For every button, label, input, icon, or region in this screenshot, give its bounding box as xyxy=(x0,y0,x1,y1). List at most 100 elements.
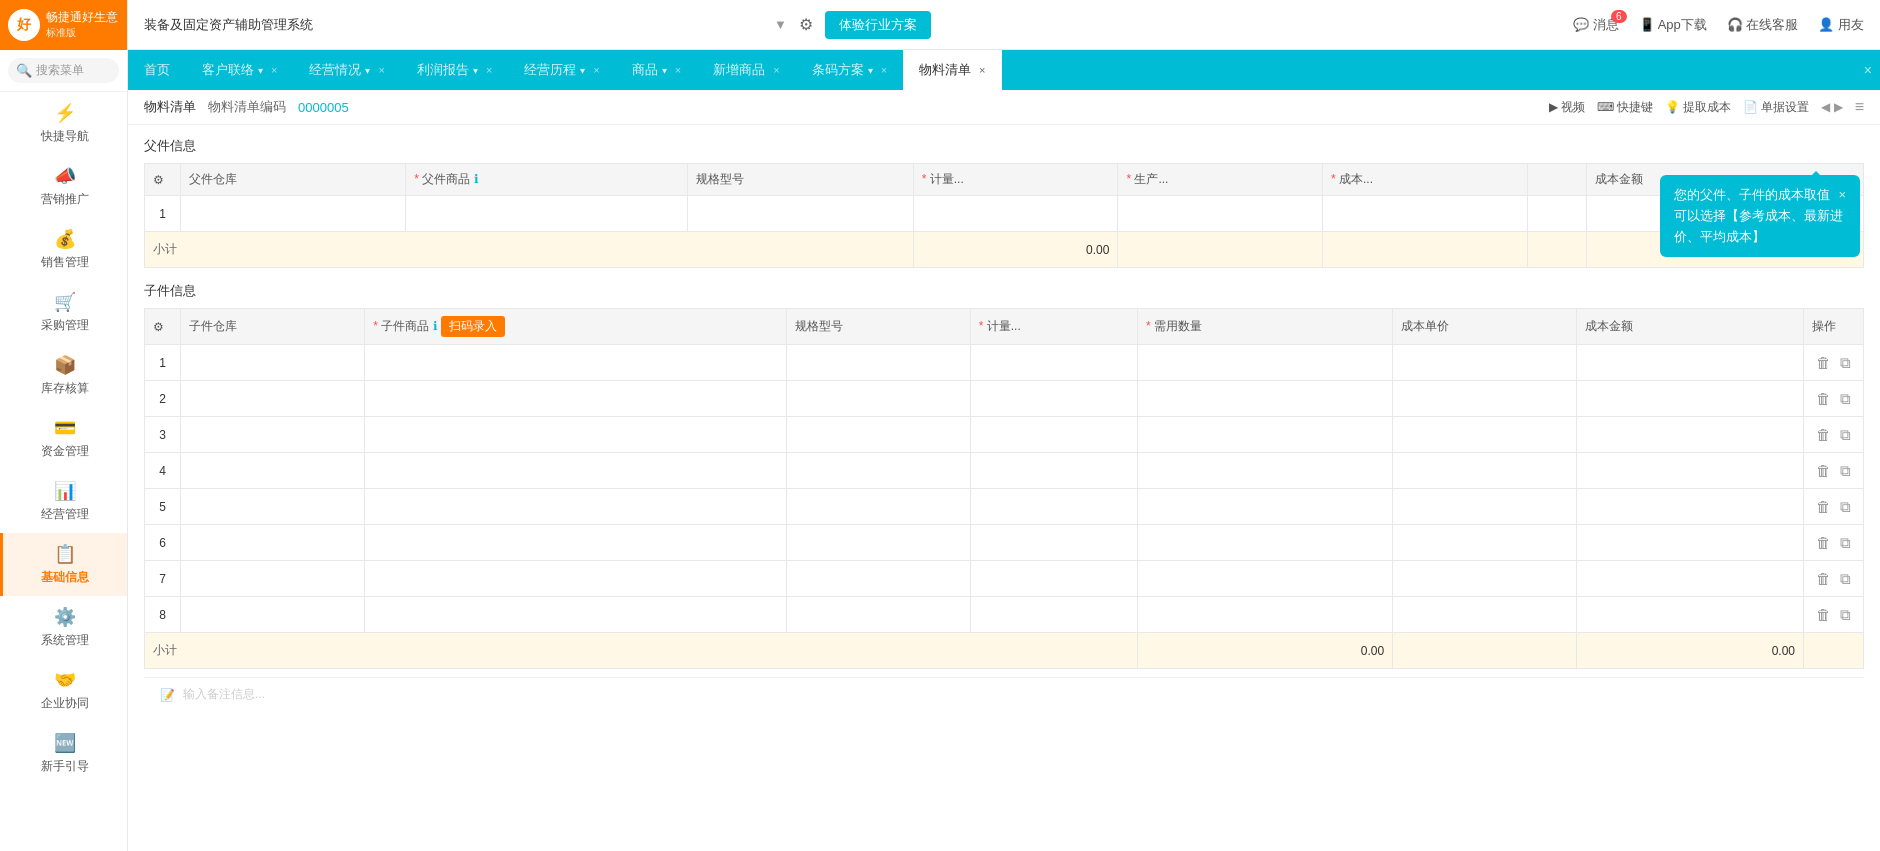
tab-product[interactable]: 商品 ▾ × xyxy=(616,50,697,90)
child-product-cell[interactable] xyxy=(365,489,786,525)
user-menu[interactable]: 👤 用友 xyxy=(1818,16,1864,34)
dropdown-arrow-icon[interactable]: ▼ xyxy=(774,17,787,32)
sidebar-item-inventory[interactable]: 📦 库存核算 xyxy=(0,344,127,407)
child-unit-cell[interactable] xyxy=(970,453,1137,489)
tab-close-icon[interactable]: × xyxy=(881,64,887,76)
child-product-cell[interactable] xyxy=(365,561,786,597)
tab-operation[interactable]: 经营情况 ▾ × xyxy=(293,50,400,90)
tab-close-icon[interactable]: × xyxy=(979,64,985,76)
copy-icon[interactable]: ⧉ xyxy=(1840,498,1851,515)
settings-action[interactable]: 📄 单据设置 xyxy=(1743,99,1809,116)
sidebar-item-collab[interactable]: 🤝 企业协同 xyxy=(0,659,127,722)
child-qty-cell[interactable] xyxy=(1138,345,1393,381)
tab-customer[interactable]: 客户联络 ▾ × xyxy=(186,50,293,90)
child-product-cell[interactable] xyxy=(365,345,786,381)
child-qty-cell[interactable] xyxy=(1138,381,1393,417)
nav-prev-icon[interactable]: ◀ xyxy=(1821,100,1830,114)
child-unit-cost-cell[interactable] xyxy=(1393,381,1577,417)
child-spec-cell[interactable] xyxy=(786,597,970,633)
note-placeholder[interactable]: 输入备注信息... xyxy=(183,686,265,703)
child-unit-cell[interactable] xyxy=(970,381,1137,417)
child-warehouse-cell[interactable] xyxy=(181,489,365,525)
delete-icon[interactable]: 🗑 xyxy=(1816,534,1831,551)
sidebar-item-operation[interactable]: 📊 经营管理 xyxy=(0,470,127,533)
child-unit-cost-cell[interactable] xyxy=(1393,597,1577,633)
scan-input-btn[interactable]: 扫码录入 xyxy=(441,316,505,337)
copy-icon[interactable]: ⧉ xyxy=(1840,462,1851,479)
child-warehouse-cell[interactable] xyxy=(181,597,365,633)
child-product-cell[interactable] xyxy=(365,597,786,633)
child-unit-cost-cell[interactable] xyxy=(1393,417,1577,453)
parent-cost-cell[interactable] xyxy=(1323,196,1528,232)
child-qty-cell[interactable] xyxy=(1138,417,1393,453)
shortcut-action[interactable]: ⌨ 快捷键 xyxy=(1597,99,1653,116)
child-unit-cell[interactable] xyxy=(970,525,1137,561)
experience-btn[interactable]: 体验行业方案 xyxy=(825,11,931,39)
child-spec-cell[interactable] xyxy=(786,525,970,561)
child-unit-cost-cell[interactable] xyxy=(1393,453,1577,489)
copy-icon[interactable]: ⧉ xyxy=(1840,570,1851,587)
tab-new-product[interactable]: 新增商品 × xyxy=(697,50,795,90)
child-qty-cell[interactable] xyxy=(1138,561,1393,597)
child-product-cell[interactable] xyxy=(365,417,786,453)
copy-icon[interactable]: ⧉ xyxy=(1840,354,1851,371)
parent-unit-cell[interactable] xyxy=(913,196,1118,232)
child-unit-cell[interactable] xyxy=(970,345,1137,381)
message-btn[interactable]: 💬 6 消息 xyxy=(1573,16,1619,34)
child-qty-cell[interactable] xyxy=(1138,525,1393,561)
child-unit-cost-cell[interactable] xyxy=(1393,489,1577,525)
child-warehouse-cell[interactable] xyxy=(181,453,365,489)
copy-icon[interactable]: ⧉ xyxy=(1840,606,1851,623)
parent-product-cell[interactable] xyxy=(406,196,688,232)
tooltip-close-btn[interactable]: × xyxy=(1838,185,1846,206)
child-spec-cell[interactable] xyxy=(786,561,970,597)
child-product-cell[interactable] xyxy=(365,381,786,417)
delete-icon[interactable]: 🗑 xyxy=(1816,570,1831,587)
cost-action[interactable]: 💡 提取成本 xyxy=(1665,99,1731,116)
child-warehouse-cell[interactable] xyxy=(181,381,365,417)
settings-icon[interactable]: ⚙ xyxy=(799,15,813,34)
parent-spec-cell[interactable] xyxy=(688,196,913,232)
sidebar-item-quick-nav[interactable]: ⚡ 快捷导航 xyxy=(0,92,127,155)
child-product-cell[interactable] xyxy=(365,453,786,489)
app-download-btn[interactable]: 📱 App下载 xyxy=(1639,16,1707,34)
child-unit-cell[interactable] xyxy=(970,417,1137,453)
tab-home[interactable]: 首页 xyxy=(128,50,186,90)
child-unit-cost-cell[interactable] xyxy=(1393,561,1577,597)
child-warehouse-cell[interactable] xyxy=(181,345,365,381)
copy-icon[interactable]: ⧉ xyxy=(1840,534,1851,551)
tab-history[interactable]: 经营历程 ▾ × xyxy=(508,50,615,90)
child-spec-cell[interactable] xyxy=(786,417,970,453)
child-qty-cell[interactable] xyxy=(1138,489,1393,525)
child-unit-cell[interactable] xyxy=(970,561,1137,597)
online-service-btn[interactable]: 🎧 在线客服 xyxy=(1727,16,1799,34)
sidebar-item-sales[interactable]: 💰 销售管理 xyxy=(0,218,127,281)
sidebar-item-finance[interactable]: 💳 资金管理 xyxy=(0,407,127,470)
child-spec-cell[interactable] xyxy=(786,489,970,525)
delete-icon[interactable]: 🗑 xyxy=(1816,390,1831,407)
child-qty-cell[interactable] xyxy=(1138,453,1393,489)
delete-icon[interactable]: 🗑 xyxy=(1816,354,1831,371)
child-warehouse-cell[interactable] xyxy=(181,417,365,453)
child-warehouse-cell[interactable] xyxy=(181,561,365,597)
delete-icon[interactable]: 🗑 xyxy=(1816,498,1831,515)
tab-close-icon[interactable]: × xyxy=(486,64,492,76)
child-unit-cell[interactable] xyxy=(970,489,1137,525)
sidebar-item-guide[interactable]: 🆕 新手引导 xyxy=(0,722,127,785)
copy-icon[interactable]: ⧉ xyxy=(1840,426,1851,443)
child-unit-cost-cell[interactable] xyxy=(1393,345,1577,381)
tab-profit[interactable]: 利润报告 ▾ × xyxy=(401,50,508,90)
nav-next-icon[interactable]: ▶ xyxy=(1834,100,1843,114)
child-unit-cost-cell[interactable] xyxy=(1393,525,1577,561)
delete-icon[interactable]: 🗑 xyxy=(1816,606,1831,623)
sidebar-item-marketing[interactable]: 📣 营销推广 xyxy=(0,155,127,218)
tab-bom[interactable]: 物料清单 × xyxy=(903,50,1001,90)
child-spec-cell[interactable] xyxy=(786,345,970,381)
child-spec-cell[interactable] xyxy=(786,381,970,417)
delete-icon[interactable]: 🗑 xyxy=(1816,462,1831,479)
parent-warehouse-cell[interactable] xyxy=(181,196,406,232)
tab-barcode[interactable]: 条码方案 ▾ × xyxy=(796,50,903,90)
tab-close-icon[interactable]: × xyxy=(271,64,277,76)
tab-close-icon[interactable]: × xyxy=(593,64,599,76)
parent-produce-cell[interactable] xyxy=(1118,196,1323,232)
